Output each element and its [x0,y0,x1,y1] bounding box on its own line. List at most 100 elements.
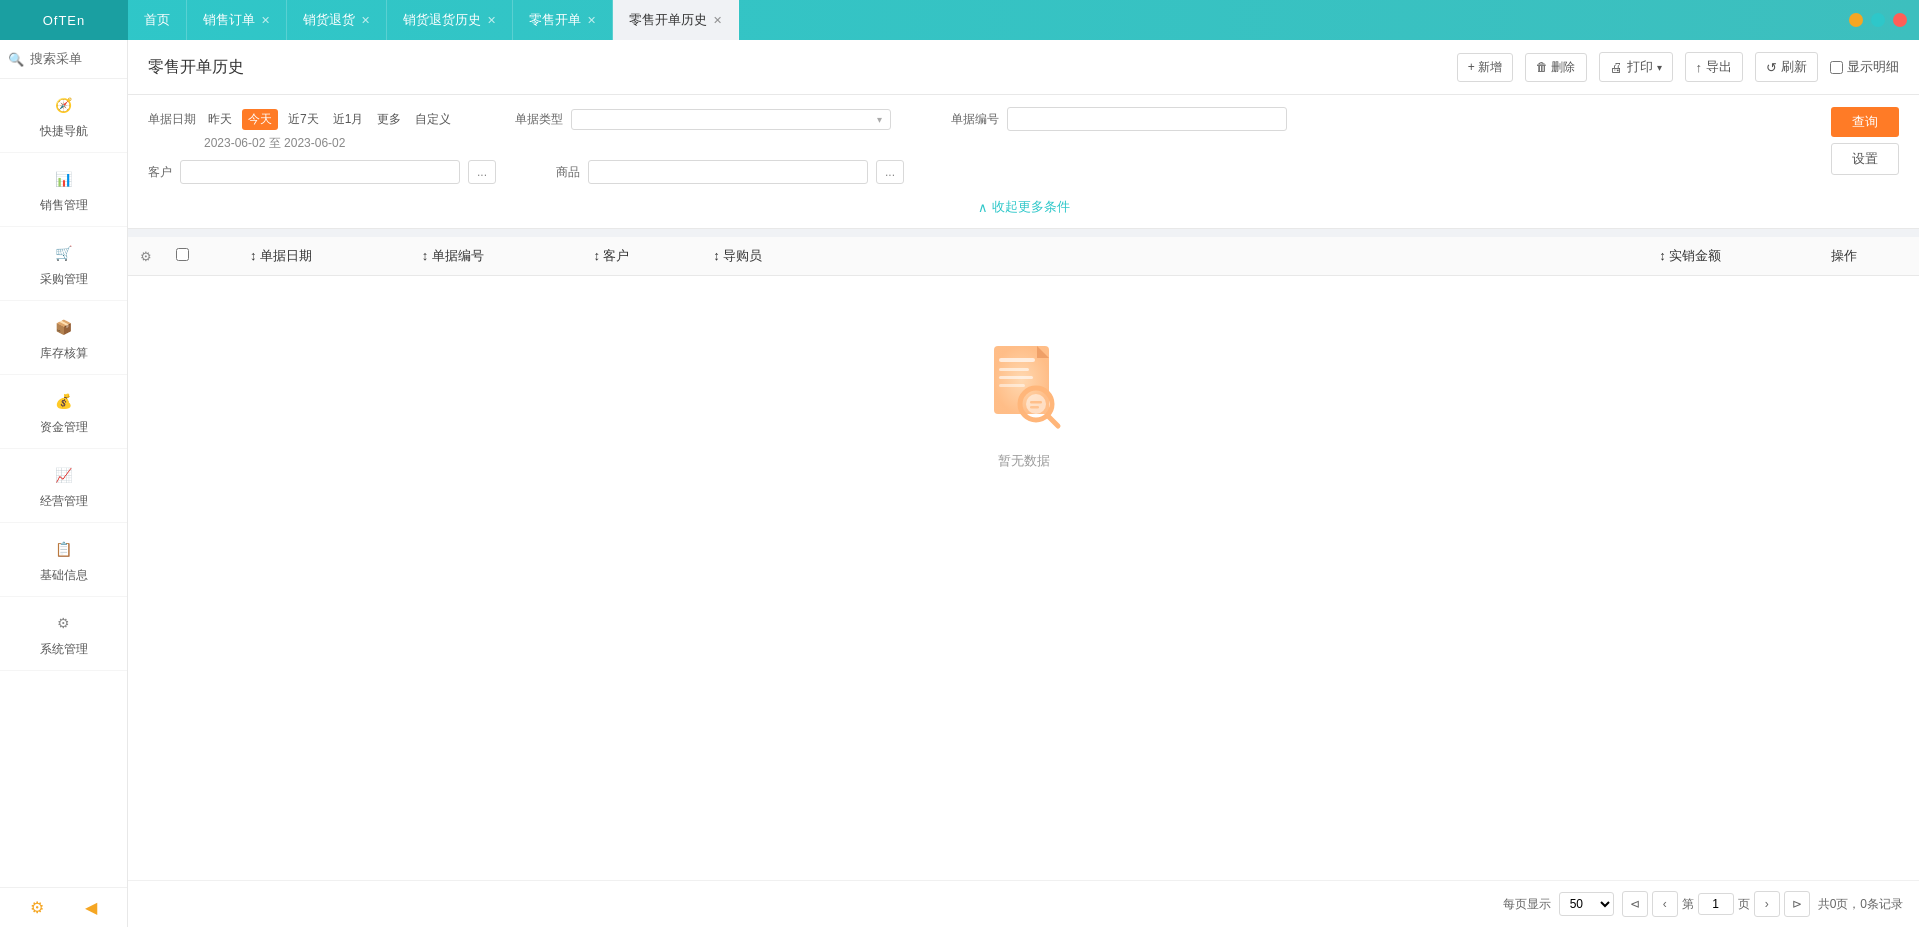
export-icon: ↑ [1696,60,1703,75]
date-opt-more[interactable]: 更多 [373,109,405,130]
export-button[interactable]: ↑ ↑ 导出 导出 [1685,52,1744,82]
doc-type-select[interactable]: ▾ [571,109,891,130]
print-button[interactable]: 🖨 打印 ▾ [1599,52,1673,82]
col-number[interactable]: ↕ 单据编号 [410,237,582,276]
date-opt-7days[interactable]: 近7天 [284,109,323,130]
select-all-checkbox[interactable] [176,248,189,261]
app-brand: OfTEn [0,0,128,40]
tab-sales-order[interactable]: 销售订单 ✕ [187,0,287,40]
maximize-button[interactable]: □ [1871,13,1885,27]
page-total: 共0页，0条记录 [1818,896,1903,913]
display-toggle[interactable]: 显示明细 [1830,58,1899,76]
customer-label: 客户 [148,164,172,181]
first-page-button[interactable]: ⊲ [1622,891,1648,917]
query-button[interactable]: 查询 [1831,107,1899,137]
tab-sales-return[interactable]: 销货退货 ✕ [287,0,387,40]
close-button[interactable]: ✕ [1893,13,1907,27]
date-opt-custom[interactable]: 自定义 [411,109,455,130]
filter-main: 单据日期 昨天 今天 近7天 近1月 更多 自定义 单据类型 [148,107,1815,194]
col-checkbox [164,237,238,276]
svg-rect-1 [999,358,1035,362]
dropdown-arrow-icon: ▾ [877,114,882,125]
tab-retail-open-history[interactable]: 零售开单历史 ✕ [613,0,739,40]
date-range: 2023-06-02 至 2023-06-02 [204,136,345,150]
date-opt-today[interactable]: 今天 [242,109,278,130]
tab-retail-open[interactable]: 零售开单 ✕ [513,0,613,40]
empty-illustration [974,336,1074,436]
product-picker-button[interactable]: ... [876,160,904,184]
svg-rect-10 [1030,406,1039,409]
sidebar: 🔍 搜索采单 🧭 快捷导航 📊 销售管理 🛒 采购管理 📦 库存核算 💰 资金管… [0,40,128,927]
col-actions: 操作 [1819,237,1919,276]
sidebar-bottom: ⚙ ◀ [0,887,127,927]
customer-input[interactable] [180,160,460,184]
empty-state-row: 暂无数据 [128,276,1919,531]
sidebar-item-basic-info[interactable]: 📋 基础信息 [0,523,127,597]
sidebar-item-system-mgmt[interactable]: ⚙ 系统管理 [0,597,127,671]
date-options: 昨天 今天 近7天 近1月 更多 自定义 [204,109,455,130]
table-head: ⚙ ↕ 单据日期 ↕ 单据编号 [128,237,1919,276]
system-mgmt-icon: ⚙ [50,609,78,637]
sidebar-collapse-icon[interactable]: ◀ [85,898,97,917]
product-input[interactable] [588,160,868,184]
page-title: 零售开单历史 [148,57,244,90]
doctype-label: 单据类型 [515,111,563,128]
date-label: 单据日期 [148,111,196,128]
collapse-filter-button[interactable]: ∧ 收起更多条件 [148,198,1899,216]
collapse-icon: ∧ [978,200,988,215]
filter-customer-item: 客户 ... [148,160,496,184]
customer-picker-button[interactable]: ... [468,160,496,184]
sidebar-item-finance-mgmt[interactable]: 💰 资金管理 [0,375,127,449]
inventory-icon: 📦 [50,313,78,341]
table-wrapper: ⚙ ↕ 单据日期 ↕ 单据编号 [128,237,1919,927]
last-page-button[interactable]: ⊳ [1784,891,1810,917]
close-tab-sales-return-history[interactable]: ✕ [487,14,496,27]
col-amount[interactable]: ↕ 实销金额 [1647,237,1819,276]
sidebar-item-quick-nav[interactable]: 🧭 快捷导航 [0,79,127,153]
svg-rect-9 [1030,401,1042,404]
empty-text: 暂无数据 [998,452,1050,470]
sidebar-item-operations-mgmt[interactable]: 📈 经营管理 [0,449,127,523]
display-detail-checkbox[interactable] [1830,61,1843,74]
per-page-select[interactable]: 50 10 20 100 [1559,892,1614,916]
page-suffix: 页 [1738,896,1750,913]
col-customer[interactable]: ↕ 客户 [581,237,701,276]
delete-button[interactable]: 🗑 删除 [1525,53,1586,82]
page-input[interactable] [1698,893,1734,915]
next-page-button[interactable]: › [1754,891,1780,917]
svg-point-7 [1026,394,1046,414]
date-opt-1month[interactable]: 近1月 [329,109,368,130]
sidebar-search[interactable]: 🔍 搜索采单 [0,40,127,79]
add-button[interactable]: + 新增 [1457,53,1513,82]
window-controls: － □ ✕ [1837,13,1919,27]
refresh-button[interactable]: ↺ 刷新 [1755,52,1818,82]
minimize-button[interactable]: － [1849,13,1863,27]
sidebar-item-inventory[interactable]: 📦 库存核算 [0,301,127,375]
page-nav: ⊲ ‹ 第 页 › ⊳ [1622,891,1810,917]
filter-area: 单据日期 昨天 今天 近7天 近1月 更多 自定义 单据类型 [128,95,1919,229]
doc-no-input[interactable] [1007,107,1287,131]
close-tab-sales-order[interactable]: ✕ [261,14,270,27]
sidebar-item-sales-mgmt[interactable]: 📊 销售管理 [0,153,127,227]
quick-nav-icon: 🧭 [50,91,78,119]
print-dropdown-icon: ▾ [1657,62,1662,73]
tab-sales-return-history[interactable]: 销货退货历史 ✕ [387,0,513,40]
sidebar-settings-icon[interactable]: ⚙ [30,898,44,917]
table-settings-icon[interactable]: ⚙ [140,249,152,264]
prev-page-button[interactable]: ‹ [1652,891,1678,917]
close-tab-sales-return[interactable]: ✕ [361,14,370,27]
date-opt-yesterday[interactable]: 昨天 [204,109,236,130]
main-layout: 🔍 搜索采单 🧭 快捷导航 📊 销售管理 🛒 采购管理 📦 库存核算 💰 资金管… [0,40,1919,927]
filter-date-item: 单据日期 昨天 今天 近7天 近1月 更多 自定义 [148,109,455,130]
settings-button[interactable]: 设置 [1831,143,1899,175]
tab-home[interactable]: 首页 [128,0,187,40]
close-tab-retail-open-history[interactable]: ✕ [713,14,722,27]
svg-rect-2 [999,368,1029,371]
col-date[interactable]: ↕ 单据日期 [238,237,410,276]
close-tab-retail-open[interactable]: ✕ [587,14,596,27]
empty-state: 暂无数据 [128,276,1919,530]
col-salesperson[interactable]: ↕ 导购员 [701,237,847,276]
sidebar-item-purchase-mgmt[interactable]: 🛒 采购管理 [0,227,127,301]
docno-label: 单据编号 [951,111,999,128]
toolbar-actions: + 新增 🗑 删除 🖨 打印 ▾ ↑ ↑ 导出 导出 ↺ 刷新 [1457,52,1899,94]
